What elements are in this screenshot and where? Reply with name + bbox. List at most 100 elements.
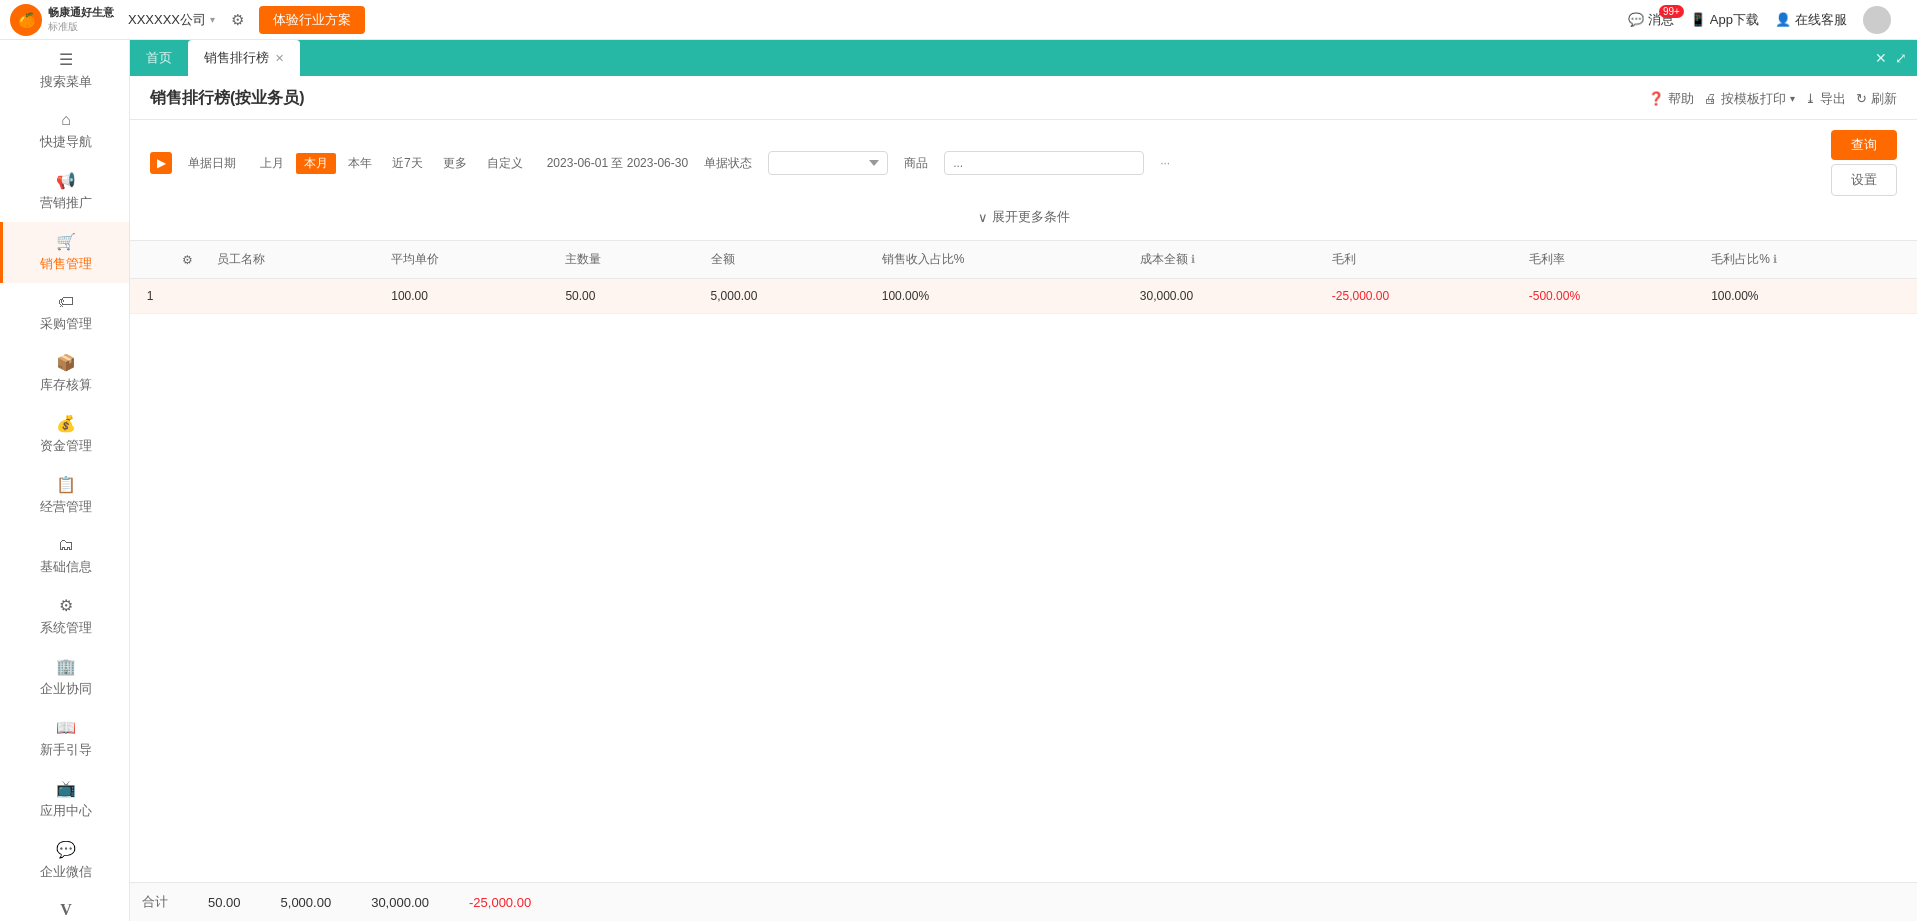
footer-cost: 30,000.00 <box>371 895 429 910</box>
settings-button[interactable]: 设置 <box>1831 164 1897 196</box>
sidebar-label-system: 系统管理 <box>40 619 92 637</box>
query-button[interactable]: 查询 <box>1831 130 1897 160</box>
help-label: 帮助 <box>1668 90 1694 108</box>
print-button[interactable]: 🖨 按模板打印 ▾ <box>1704 90 1795 108</box>
app-center-icon: 📺 <box>56 779 76 798</box>
sidebar-label-guide: 新手引导 <box>40 741 92 759</box>
status-select[interactable] <box>768 151 888 175</box>
cell-sales-pct: 100.00% <box>870 279 1128 314</box>
date-range-display: 2023-06-01 至 2023-06-30 <box>547 155 688 172</box>
sidebar-item-vip[interactable]: V 畅会员 <box>0 891 129 921</box>
sidebar-label-operations: 经营管理 <box>40 498 92 516</box>
expand-label: 展开更多条件 <box>992 208 1070 226</box>
sidebar-item-guide[interactable]: 📖 新手引导 <box>0 708 129 769</box>
message-badge: 99+ <box>1659 5 1684 18</box>
tab-close-icon[interactable]: ✕ <box>275 52 284 65</box>
sidebar-label-quicknav: 快捷导航 <box>40 133 92 151</box>
filter-toggle-button[interactable]: ▶ <box>150 152 172 174</box>
help-icon: ❓ <box>1648 91 1664 106</box>
page-title: 销售排行榜(按业务员) <box>150 88 305 109</box>
tab-sales-ranking-label: 销售排行榜 <box>204 49 269 67</box>
service-icon: 👤 <box>1775 12 1791 27</box>
help-button[interactable]: ❓ 帮助 <box>1648 90 1694 108</box>
sidebar: ☰ 搜索菜单 ⌂ 快捷导航 📢 营销推广 🛒 销售管理 🏷 采购管理 📦 库存核… <box>0 40 130 921</box>
footer-gross-value: -25,000.00 <box>469 895 531 910</box>
tab-home[interactable]: 首页 <box>130 40 188 76</box>
status-label: 单据状态 <box>704 155 752 172</box>
tab-sales-ranking[interactable]: 销售排行榜 ✕ <box>188 40 300 76</box>
settings-icon-btn[interactable]: ⚙ <box>223 6 251 34</box>
online-service-label: 在线客服 <box>1795 11 1847 29</box>
cell-gross-rate: -500.00% <box>1517 279 1699 314</box>
refresh-icon: ↻ <box>1856 91 1867 106</box>
export-button[interactable]: ⤓ 导出 <box>1805 90 1846 108</box>
table-header-row: ⚙ 员工名称 平均单价 主数量 全额 销售收入占比% 成本全额 ℹ 毛利 毛利率… <box>130 241 1917 279</box>
th-employee-name: 员工名称 <box>205 241 379 279</box>
trial-button[interactable]: 体验行业方案 <box>259 6 365 34</box>
date-tab-this-year[interactable]: 本年 <box>340 153 380 174</box>
date-tab-7days[interactable]: 近7天 <box>384 153 431 174</box>
goods-input[interactable] <box>944 151 1144 175</box>
sidebar-item-sales[interactable]: 🛒 销售管理 <box>0 222 129 283</box>
logo-icon: 🍊 <box>10 4 42 36</box>
purchase-icon: 🏷 <box>58 293 74 311</box>
cell-qty: 50.00 <box>553 279 698 314</box>
tab-bar: 首页 销售排行榜 ✕ ✕ ⤢ <box>130 40 1917 76</box>
th-sales-pct: 销售收入占比% <box>870 241 1128 279</box>
restore-window-icon[interactable]: ⤢ <box>1895 50 1907 66</box>
date-tab-custom[interactable]: 自定义 <box>479 153 531 174</box>
sidebar-item-operations[interactable]: 📋 经营管理 <box>0 465 129 526</box>
sidebar-item-enterprise[interactable]: 🏢 企业协同 <box>0 647 129 708</box>
table-body: 1 100.00 50.00 5,000.00 100.00% 30,000.0… <box>130 279 1917 314</box>
th-gross: 毛利 <box>1320 241 1517 279</box>
table-footer: 合计 50.00 5,000.00 30,000.00 -25,000.00 <box>130 882 1917 921</box>
sidebar-item-wechat[interactable]: 💬 企业微信 <box>0 830 129 891</box>
date-label: 单据日期 <box>188 155 236 172</box>
th-gross-rate: 毛利率 <box>1517 241 1699 279</box>
message-button[interactable]: 💬 消息 99+ <box>1628 11 1674 29</box>
sidebar-item-basic-info[interactable]: 🗂 基础信息 <box>0 526 129 586</box>
sidebar-item-search[interactable]: ☰ 搜索菜单 <box>0 40 129 101</box>
app-download-button[interactable]: 📱 App下载 <box>1690 11 1759 29</box>
print-icon: 🖨 <box>1704 91 1717 106</box>
sidebar-label-enterprise: 企业协同 <box>40 680 92 698</box>
inventory-icon: 📦 <box>56 353 76 372</box>
refresh-button[interactable]: ↻ 刷新 <box>1856 90 1897 108</box>
cost-info-icon[interactable]: ℹ <box>1191 253 1195 265</box>
top-bar: 🍊 畅康通好生意 标准版 XXXXXX公司 ▾ ⚙ 体验行业方案 💬 消息 99… <box>0 0 1917 40</box>
date-tab-this-month[interactable]: 本月 <box>296 153 336 174</box>
filter-row-1: ▶ 单据日期 上月 本月 本年 近7天 更多 自定义 2023-06-01 至 … <box>150 130 1897 196</box>
date-tab-last-month[interactable]: 上月 <box>252 153 292 174</box>
cell-cost: 30,000.00 <box>1128 279 1320 314</box>
online-service-button[interactable]: 👤 在线客服 <box>1775 11 1847 29</box>
goods-label: 商品 <box>904 155 928 172</box>
more-options-icon[interactable]: ··· <box>1160 156 1170 170</box>
sidebar-label-wechat: 企业微信 <box>40 863 92 881</box>
home-icon: ⌂ <box>61 111 71 129</box>
date-tab-more[interactable]: 更多 <box>435 153 475 174</box>
message-icon: 💬 <box>1628 12 1644 27</box>
close-window-icon[interactable]: ✕ <box>1875 50 1887 66</box>
top-right-actions: 💬 消息 99+ 📱 App下载 👤 在线客服 <box>1628 6 1907 34</box>
company-selector[interactable]: XXXXXX公司 ▾ <box>128 11 215 29</box>
footer-qty-value: 50.00 <box>208 895 241 910</box>
sales-icon: 🛒 <box>56 232 76 251</box>
sidebar-item-finance[interactable]: 💰 资金管理 <box>0 404 129 465</box>
company-name: XXXXXX公司 <box>128 11 206 29</box>
system-icon: ⚙ <box>59 596 73 615</box>
th-qty: 主数量 <box>553 241 698 279</box>
sidebar-item-app-center[interactable]: 📺 应用中心 <box>0 769 129 830</box>
avatar[interactable] <box>1863 6 1891 34</box>
finance-icon: 💰 <box>56 414 76 433</box>
expand-more-row[interactable]: ∨ 展开更多条件 <box>150 204 1897 230</box>
sidebar-item-quicknav[interactable]: ⌂ 快捷导航 <box>0 101 129 161</box>
gross-pct-info-icon[interactable]: ℹ <box>1773 253 1777 265</box>
search-menu-icon: ☰ <box>59 50 73 69</box>
cell-employee-name <box>205 279 379 314</box>
sidebar-item-purchase[interactable]: 🏷 采购管理 <box>0 283 129 343</box>
sidebar-item-system[interactable]: ⚙ 系统管理 <box>0 586 129 647</box>
sidebar-item-inventory[interactable]: 📦 库存核算 <box>0 343 129 404</box>
basic-info-icon: 🗂 <box>58 536 74 554</box>
sidebar-item-marketing[interactable]: 📢 营销推广 <box>0 161 129 222</box>
th-settings[interactable]: ⚙ <box>170 241 205 279</box>
